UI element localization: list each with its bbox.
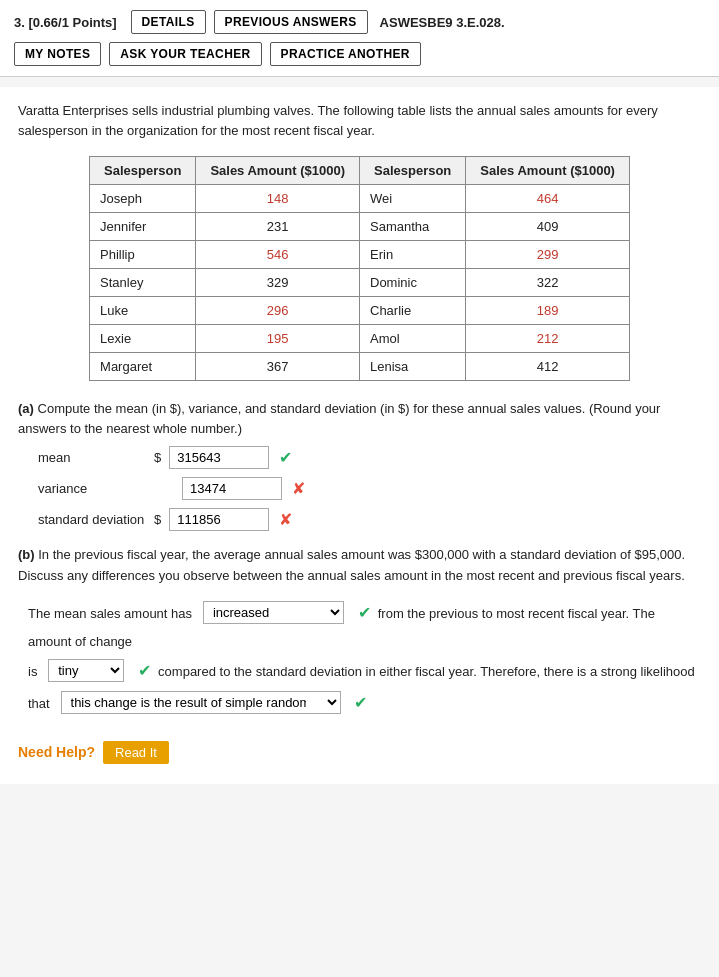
salesperson-name-1: Joseph xyxy=(90,185,196,213)
part-a-label: (a) Compute the mean (in $), variance, a… xyxy=(18,399,701,438)
sales-amount-1: 329 xyxy=(196,269,360,297)
sales-amount-1: 546 xyxy=(196,241,360,269)
col-header-sales2: Sales Amount ($1000) xyxy=(466,157,630,185)
part-b-sentences: The mean sales amount has increased decr… xyxy=(28,597,701,719)
part-a-section: (a) Compute the mean (in $), variance, a… xyxy=(18,399,701,531)
second-row: MY NOTES ASK YOUR TEACHER PRACTICE ANOTH… xyxy=(14,42,705,66)
col-header-salesperson2: Salesperson xyxy=(360,157,466,185)
sales-amount-1: 367 xyxy=(196,353,360,381)
salesperson-name-2: Lenisa xyxy=(360,353,466,381)
read-it-button[interactable]: Read It xyxy=(103,741,169,764)
table-row: Stanley329Dominic322 xyxy=(90,269,630,297)
sales-amount-1: 148 xyxy=(196,185,360,213)
mean-label: mean xyxy=(38,450,148,465)
salesperson-name-2: Erin xyxy=(360,241,466,269)
dropdown3-check-icon: ✔ xyxy=(354,687,367,719)
previous-answers-button[interactable]: PREVIOUS ANSWERS xyxy=(214,10,368,34)
col-header-sales1: Sales Amount ($1000) xyxy=(196,157,360,185)
need-help-label: Need Help? xyxy=(18,744,95,760)
details-button[interactable]: DETAILS xyxy=(131,10,206,34)
dropdown2-wrapper: tiny small large ✔ xyxy=(48,655,151,687)
salesperson-name-1: Stanley xyxy=(90,269,196,297)
std-row: standard deviation $ ✘ xyxy=(38,508,701,531)
sales-amount-2: 412 xyxy=(466,353,630,381)
need-help-section: Need Help? Read It xyxy=(18,741,701,764)
salesperson-name-1: Jennifer xyxy=(90,213,196,241)
sales-amount-2: 464 xyxy=(466,185,630,213)
table-row: Luke296Charlie189 xyxy=(90,297,630,325)
increased-dropdown[interactable]: increased decreased stayed the same xyxy=(203,601,344,624)
sales-table: Salesperson Sales Amount ($1000) Salespe… xyxy=(89,156,630,381)
salesperson-name-1: Margaret xyxy=(90,353,196,381)
sales-amount-1: 231 xyxy=(196,213,360,241)
mean-dollar: $ xyxy=(154,450,161,465)
dropdown3-wrapper: this change is the result of simple rand… xyxy=(61,687,368,719)
randomness-dropdown[interactable]: this change is the result of simple rand… xyxy=(61,691,341,714)
sales-amount-2: 409 xyxy=(466,213,630,241)
dropdown1-check-icon: ✔ xyxy=(358,597,371,629)
salesperson-name-1: Lexie xyxy=(90,325,196,353)
sales-amount-2: 299 xyxy=(466,241,630,269)
std-cross-icon: ✘ xyxy=(279,510,292,529)
sales-amount-2: 322 xyxy=(466,269,630,297)
mean-row: mean $ ✔ xyxy=(38,446,701,469)
salesperson-name-1: Luke xyxy=(90,297,196,325)
main-content: Varatta Enterprises sells industrial plu… xyxy=(0,87,719,784)
std-label: standard deviation xyxy=(38,512,148,527)
top-row: 3. [0.66/1 Points] DETAILS PREVIOUS ANSW… xyxy=(14,10,705,34)
sentence2-post: compared to the standard deviation in ei… xyxy=(158,663,695,678)
std-input[interactable] xyxy=(169,508,269,531)
problem-text: Varatta Enterprises sells industrial plu… xyxy=(18,101,701,140)
dropdown1-wrapper: increased decreased stayed the same ✔ xyxy=(203,597,371,629)
salesperson-name-2: Wei xyxy=(360,185,466,213)
mean-input[interactable] xyxy=(169,446,269,469)
table-row: Joseph148Wei464 xyxy=(90,185,630,213)
sentence1-pre: The mean sales amount has xyxy=(28,605,192,620)
my-notes-button[interactable]: MY NOTES xyxy=(14,42,101,66)
sales-amount-2: 189 xyxy=(466,297,630,325)
dropdown2-check-icon: ✔ xyxy=(138,655,151,687)
mean-check-icon: ✔ xyxy=(279,448,292,467)
part-b-label: (b) In the previous fiscal year, the ave… xyxy=(18,545,701,587)
sentence3-pre: that xyxy=(28,695,50,710)
part-b-section: (b) In the previous fiscal year, the ave… xyxy=(18,545,701,719)
tiny-dropdown[interactable]: tiny small large xyxy=(48,659,124,682)
table-row: Lexie195Amol212 xyxy=(90,325,630,353)
table-row: Phillip546Erin299 xyxy=(90,241,630,269)
sentence2-pre: is xyxy=(28,663,37,678)
std-dollar: $ xyxy=(154,512,161,527)
sales-amount-2: 212 xyxy=(466,325,630,353)
variance-cross-icon: ✘ xyxy=(292,479,305,498)
col-header-salesperson1: Salesperson xyxy=(90,157,196,185)
table-row: Margaret367Lenisa412 xyxy=(90,353,630,381)
salesperson-name-2: Amol xyxy=(360,325,466,353)
variance-input[interactable] xyxy=(182,477,282,500)
practice-another-button[interactable]: PRACTICE ANOTHER xyxy=(270,42,421,66)
ask-teacher-button[interactable]: ASK YOUR TEACHER xyxy=(109,42,261,66)
variance-row: variance ✘ xyxy=(38,477,701,500)
salesperson-name-2: Charlie xyxy=(360,297,466,325)
problem-code: ASWESBE9 3.E.028. xyxy=(380,15,505,30)
sales-amount-1: 195 xyxy=(196,325,360,353)
salesperson-name-1: Phillip xyxy=(90,241,196,269)
table-row: Jennifer231Samantha409 xyxy=(90,213,630,241)
salesperson-name-2: Samantha xyxy=(360,213,466,241)
variance-label: variance xyxy=(38,481,148,496)
salesperson-name-2: Dominic xyxy=(360,269,466,297)
top-bar: 3. [0.66/1 Points] DETAILS PREVIOUS ANSW… xyxy=(0,0,719,77)
sales-amount-1: 296 xyxy=(196,297,360,325)
problem-number: 3. [0.66/1 Points] xyxy=(14,15,117,30)
